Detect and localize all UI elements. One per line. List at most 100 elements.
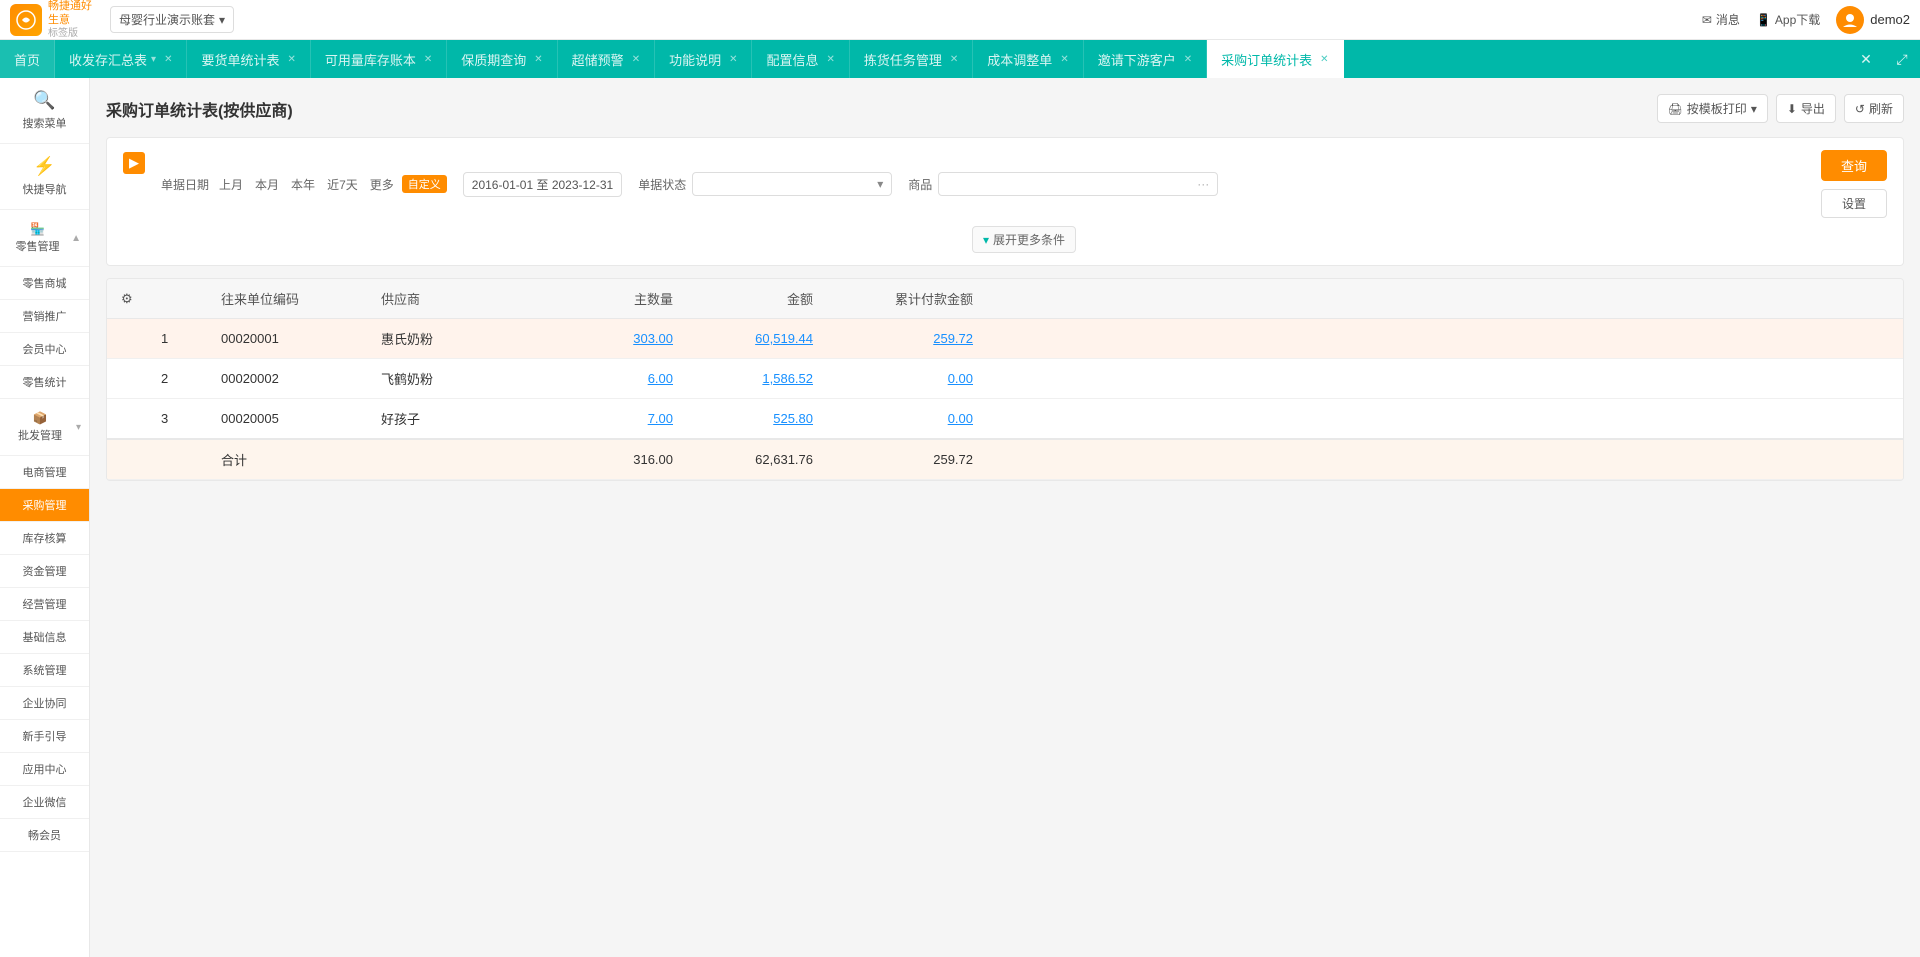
table-row: 3 00020005 好孩子 7.00 525.80 0.00 — [107, 399, 1903, 440]
footer-seq — [147, 439, 207, 480]
sidebar-item-wholesale[interactable]: 📦 批发管理 ▾ — [0, 399, 89, 456]
th-qty[interactable]: 主数量 — [567, 279, 687, 319]
sidebar-item-purchase[interactable]: 采购管理 — [0, 489, 89, 522]
th-code[interactable]: 往来单位编码 — [207, 279, 367, 319]
tab-close-icon[interactable]: ✕ — [729, 54, 737, 65]
sidebar-item-finance[interactable]: 资金管理 — [0, 555, 89, 588]
tab-close-icon[interactable]: ✕ — [164, 54, 172, 65]
row-supplier: 惠氏奶粉 — [367, 319, 567, 359]
row-amount[interactable]: 60,519.44 — [687, 319, 827, 359]
th-paid[interactable]: 累计付款金额 — [827, 279, 987, 319]
sidebar-item-retail[interactable]: 🏪 零售管理 ▲ — [0, 210, 89, 267]
template-print-button[interactable]: 🖨 按模板打印 ▾ — [1657, 94, 1768, 123]
sidebar-item-retail-mall[interactable]: 零售商城 — [0, 267, 89, 300]
row-qty[interactable]: 7.00 — [567, 399, 687, 440]
filter-toggle-button[interactable]: ▶ — [123, 152, 145, 174]
main-content: 采购订单统计表(按供应商) 🖨 按模板打印 ▾ ⬇ 导出 ↺ 刷新 — [90, 78, 1920, 957]
message-button[interactable]: ✉ 消息 — [1702, 11, 1740, 28]
tab-close-icon[interactable]: ✕ — [1060, 54, 1068, 65]
tab-config-info[interactable]: 配置信息 ✕ — [752, 40, 849, 78]
tab-close-icon[interactable]: ✕ — [287, 54, 295, 65]
tab-goods-summary[interactable]: 要货单统计表 ✕ — [187, 40, 310, 78]
tab-home[interactable]: 首页 — [0, 40, 55, 78]
sidebar-item-search[interactable]: 🔍 搜索菜单 — [0, 78, 89, 144]
sidebar-item-basics[interactable]: 基础信息 — [0, 621, 89, 654]
logo-icon — [10, 4, 42, 36]
row-paid[interactable]: 0.00 — [827, 399, 987, 440]
expand-button[interactable]: ▾ 展开更多条件 — [972, 226, 1076, 253]
tab-close-icon[interactable]: ✕ — [534, 54, 542, 65]
tab-receive-summary[interactable]: 收发存汇总表 ▾ ✕ — [55, 40, 187, 78]
row-qty[interactable]: 303.00 — [567, 319, 687, 359]
export-icon: ⬇ — [1787, 102, 1797, 116]
tab-overstock-warning[interactable]: 超储预警 ✕ — [558, 40, 655, 78]
query-button[interactable]: 查询 — [1821, 150, 1887, 181]
data-table: ⚙ 往来单位编码 供应商 主数量 金额 累计付款金额 1 — [107, 279, 1903, 480]
sidebar-item-enterprise[interactable]: 企业协同 — [0, 687, 89, 720]
workspace-selector[interactable]: 母婴行业演示账套 ▾ — [110, 6, 234, 33]
page-title-row: 采购订单统计表(按供应商) 🖨 按模板打印 ▾ ⬇ 导出 ↺ 刷新 — [106, 94, 1904, 123]
filter-row: 单据日期 上月 本月 本年 近7天 更多 自定义 — [161, 150, 1887, 218]
sidebar-item-enterprise-wx[interactable]: 企业微信 — [0, 786, 89, 819]
tab-pick-task[interactable]: 拣货任务管理 ✕ — [850, 40, 973, 78]
footer-label: 合计 — [207, 439, 367, 480]
sidebar-item-marketing[interactable]: 营销推广 — [0, 300, 89, 333]
sidebar: 🔍 搜索菜单 ⚡ 快捷导航 🏪 零售管理 ▲ 零售商城 营销推广 会员中心 零售… — [0, 78, 90, 957]
goods-input[interactable]: ··· — [938, 172, 1218, 196]
date-custom-badge[interactable]: 自定义 — [402, 175, 447, 193]
date-this-month[interactable]: 本月 — [251, 174, 283, 195]
sidebar-item-app-center[interactable]: 应用中心 — [0, 753, 89, 786]
app-download-button[interactable]: 📱 App下载 — [1756, 11, 1820, 28]
date-last-month[interactable]: 上月 — [215, 174, 247, 195]
tab-close-icon[interactable]: ✕ — [632, 54, 640, 65]
row-paid[interactable]: 259.72 — [827, 319, 987, 359]
column-settings-icon[interactable]: ⚙ — [121, 291, 133, 306]
sidebar-item-operations[interactable]: 经营管理 — [0, 588, 89, 621]
table-header-row: ⚙ 往来单位编码 供应商 主数量 金额 累计付款金额 — [107, 279, 1903, 319]
row-paid[interactable]: 0.00 — [827, 359, 987, 399]
sidebar-item-quick-nav[interactable]: ⚡ 快捷导航 — [0, 144, 89, 210]
settings-button[interactable]: 设置 — [1821, 189, 1887, 218]
tab-restore-button[interactable]: ⤢ — [1884, 40, 1920, 78]
tab-close-icon[interactable]: ✕ — [424, 54, 432, 65]
row-amount[interactable]: 525.80 — [687, 399, 827, 440]
th-amount[interactable]: 金额 — [687, 279, 827, 319]
date-more[interactable]: 更多 — [366, 174, 398, 195]
goods-filter: 商品 ··· — [908, 172, 1218, 196]
status-select[interactable]: ▾ — [692, 172, 892, 196]
row-qty[interactable]: 6.00 — [567, 359, 687, 399]
date-7days[interactable]: 近7天 — [323, 174, 362, 195]
data-table-card: ⚙ 往来单位编码 供应商 主数量 金额 累计付款金额 1 — [106, 278, 1904, 481]
footer-expand — [107, 439, 147, 480]
user-menu[interactable]: demo2 — [1836, 6, 1910, 34]
date-range-input[interactable]: 2016-01-01 至 2023-12-31 — [463, 172, 622, 197]
tab-warranty-query[interactable]: 保质期查询 ✕ — [447, 40, 557, 78]
row-spacer — [987, 399, 1903, 440]
date-this-year[interactable]: 本年 — [287, 174, 319, 195]
tab-close-icon[interactable]: ✕ — [1184, 54, 1192, 65]
sidebar-item-ecommerce[interactable]: 电商管理 — [0, 456, 89, 489]
sidebar-item-new-guide[interactable]: 新手引导 — [0, 720, 89, 753]
export-button[interactable]: ⬇ 导出 — [1776, 94, 1836, 123]
tab-close-active-icon[interactable]: ✕ — [1320, 54, 1328, 65]
filter-card: ▶ 单据日期 上月 本月 本年 近7天 更多 自定义 — [106, 137, 1904, 266]
th-supplier[interactable]: 供应商 — [367, 279, 567, 319]
sidebar-item-inventory[interactable]: 库存核算 — [0, 522, 89, 555]
row-amount[interactable]: 1,586.52 — [687, 359, 827, 399]
tab-available-stock[interactable]: 可用量库存账本 ✕ — [311, 40, 447, 78]
th-settings[interactable]: ⚙ — [107, 279, 147, 319]
tab-function-desc[interactable]: 功能说明 ✕ — [655, 40, 752, 78]
chevron-down-icon: ▾ — [983, 233, 989, 247]
tab-invite-downstream[interactable]: 邀请下游客户 ✕ — [1084, 40, 1207, 78]
sidebar-item-member2[interactable]: 畅会员 — [0, 819, 89, 852]
refresh-button[interactable]: ↺ 刷新 — [1844, 94, 1904, 123]
sidebar-item-retail-stats[interactable]: 零售统计 — [0, 366, 89, 399]
tab-purchase-summary[interactable]: 采购订单统计表 ✕ — [1207, 40, 1343, 78]
tab-close-all-button[interactable]: ✕ — [1848, 40, 1884, 78]
sidebar-item-system[interactable]: 系统管理 — [0, 654, 89, 687]
tab-close-icon[interactable]: ✕ — [827, 54, 835, 65]
nav-tabs: 首页 收发存汇总表 ▾ ✕ 要货单统计表 ✕ 可用量库存账本 ✕ 保质期查询 ✕… — [0, 40, 1920, 78]
sidebar-item-member[interactable]: 会员中心 — [0, 333, 89, 366]
tab-close-icon[interactable]: ✕ — [950, 54, 958, 65]
tab-cost-adjust[interactable]: 成本调整单 ✕ — [973, 40, 1083, 78]
